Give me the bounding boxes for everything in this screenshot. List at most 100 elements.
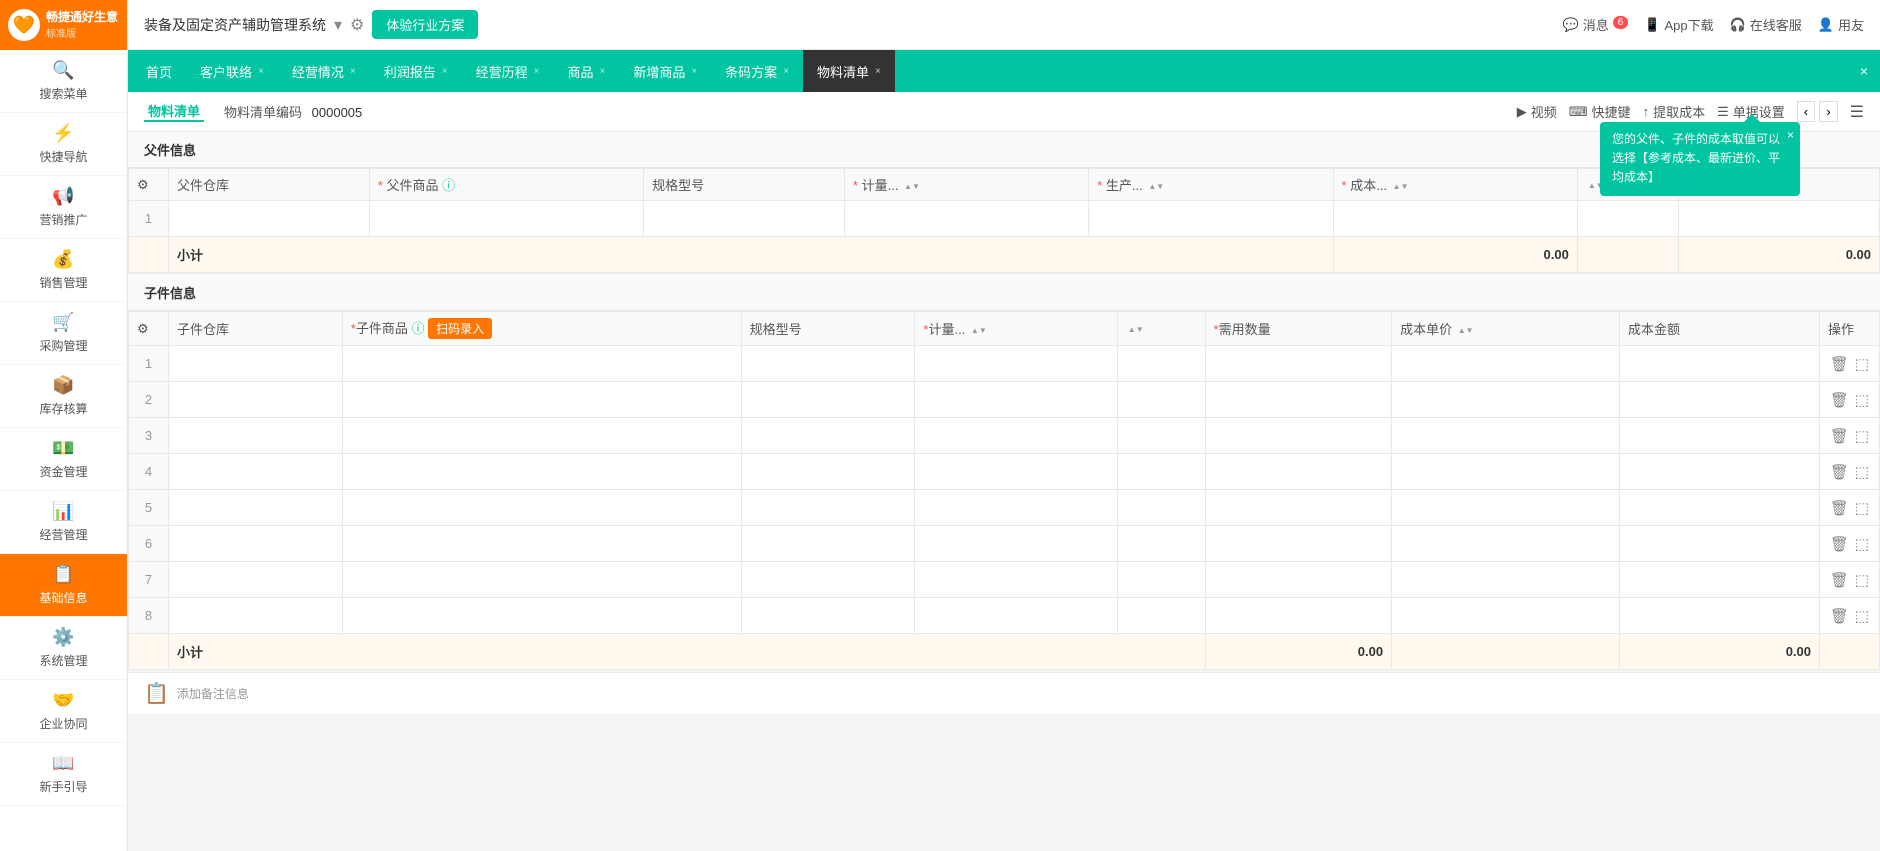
child-th-product: *子件商品 ⓘ 扫码录入 <box>342 312 741 346</box>
parent-row-1-spec[interactable] <box>644 201 845 237</box>
nav-tabs: 首页 客户联络 × 经营情况 × 利润报告 × 经营历程 × 商品 × 新增商品… <box>128 50 1880 92</box>
tab-history[interactable]: 经营历程 × <box>462 50 554 92</box>
sidebar-item-purchase[interactable]: 🛒 采购管理 <box>0 302 127 365</box>
sidebar-item-finance[interactable]: 💵 资金管理 <box>0 428 127 491</box>
chart-icon: 📊 <box>52 501 74 522</box>
copy-icon-row8[interactable]: ⬚ <box>1855 607 1869 625</box>
expand-button[interactable]: ☰ <box>1850 102 1864 122</box>
tab-bom[interactable]: 物料清单 × <box>803 50 895 92</box>
child-row-2-unit-cost[interactable] <box>1392 382 1620 418</box>
toolbar-tab-bom[interactable]: 物料清单 <box>144 101 204 122</box>
sidebar-item-enterprise[interactable]: 🤝 企业协同 <box>0 680 127 743</box>
parent-th-cost: 成本... ▲▼ <box>1333 169 1577 201</box>
bottom-bar[interactable]: 📋 添加备注信息 <box>128 672 1880 714</box>
copy-icon-row2[interactable]: ⬚ <box>1855 391 1869 409</box>
dropdown-arrow-icon[interactable]: ▾ <box>334 15 342 35</box>
parent-th-spec: 规格型号 <box>644 169 845 201</box>
tab-barcode[interactable]: 条码方案 × <box>711 50 803 92</box>
settings-gear-icon[interactable]: ⚙ <box>350 15 364 35</box>
extract-cost-button[interactable]: ↑ 提取成本 <box>1643 102 1706 121</box>
tab-profit-close[interactable]: × <box>442 66 448 77</box>
parent-row-1-production[interactable] <box>1089 201 1333 237</box>
sidebar-item-marketing[interactable]: 📢 营销推广 <box>0 176 127 239</box>
trial-button[interactable]: 体验行业方案 <box>372 10 478 39</box>
copy-icon-row6[interactable]: ⬚ <box>1855 535 1869 553</box>
child-section-title: 子件信息 <box>128 275 1880 311</box>
tab-history-close[interactable]: × <box>534 66 540 77</box>
child-row-1-unit-cost[interactable] <box>1392 346 1620 382</box>
app-download-button[interactable]: 📱 App下载 <box>1644 15 1713 34</box>
tab-product-close[interactable]: × <box>599 66 605 77</box>
parent-row-1-cost[interactable] <box>1333 201 1577 237</box>
scan-button[interactable]: 扫码录入 <box>428 318 492 339</box>
sidebar-item-sales[interactable]: 💰 销售管理 <box>0 239 127 302</box>
messages-button[interactable]: 💬 消息 6 <box>1563 15 1629 34</box>
sidebar-item-search[interactable]: 🔍 搜索菜单 <box>0 50 127 113</box>
delete-icon-row3[interactable]: 🗑 <box>1830 427 1849 445</box>
parent-row-1-unit[interactable] <box>844 201 1088 237</box>
delete-icon-row8[interactable]: 🗑 <box>1830 607 1849 625</box>
tab-operations[interactable]: 经营情况 × <box>278 50 370 92</box>
child-row-1-product[interactable] <box>342 346 741 382</box>
book-icon: 📖 <box>52 753 74 774</box>
tab-new-product-close[interactable]: × <box>691 66 697 77</box>
messages-label: 消息 <box>1583 15 1609 34</box>
copy-icon-row5[interactable]: ⬚ <box>1855 499 1869 517</box>
header-right: 💬 消息 6 📱 App下载 🎧 在线客服 👤 用友 <box>1563 15 1865 34</box>
delete-icon-row1[interactable]: 🗑 <box>1830 355 1849 373</box>
tab-customer-close[interactable]: × <box>258 66 264 77</box>
tab-profit[interactable]: 利润报告 × <box>370 50 462 92</box>
user-menu[interactable]: 👤 用友 <box>1818 15 1864 34</box>
child-row-1: 1 🗑 ⬚ <box>129 346 1880 382</box>
child-row-2-spec[interactable] <box>741 382 915 418</box>
delete-icon-row7[interactable]: 🗑 <box>1830 571 1849 589</box>
sidebar-item-basic-info[interactable]: 📋 基础信息 <box>0 554 127 617</box>
parent-subtotal-cost-amount: 0.00 <box>1679 237 1880 273</box>
tab-barcode-close[interactable]: × <box>783 66 789 77</box>
child-row-1-qty[interactable] <box>1205 346 1392 382</box>
child-row-2-product[interactable] <box>342 382 741 418</box>
sidebar-item-quicknav[interactable]: ⚡ 快捷导航 <box>0 113 127 176</box>
parent-row-1-warehouse[interactable] <box>169 201 370 237</box>
copy-icon-row1[interactable]: ⬚ <box>1855 355 1869 373</box>
shortcut-button[interactable]: ⌨ 快捷键 <box>1569 102 1631 121</box>
prev-button[interactable]: ‹ <box>1797 101 1815 122</box>
extract-icon: ↑ <box>1643 104 1650 119</box>
delete-icon-row5[interactable]: 🗑 <box>1830 499 1849 517</box>
sidebar-item-guide[interactable]: 📖 新手引导 <box>0 743 127 806</box>
child-row-2-unit[interactable] <box>915 382 1117 418</box>
child-row-1-unit[interactable] <box>915 346 1117 382</box>
sidebar-item-system[interactable]: ⚙️ 系统管理 <box>0 617 127 680</box>
child-row-2-warehouse[interactable] <box>169 382 343 418</box>
parent-row-1-product[interactable] <box>369 201 643 237</box>
child-row-1-warehouse[interactable] <box>169 346 343 382</box>
tab-new-product[interactable]: 新增商品 × <box>619 50 711 92</box>
view-button[interactable]: ▶ 视频 <box>1517 102 1557 121</box>
sidebar-item-operations[interactable]: 📊 经营管理 <box>0 491 127 554</box>
tooltip-close-button[interactable]: × <box>1787 126 1794 145</box>
tab-home[interactable]: 首页 <box>132 50 186 92</box>
user-avatar-icon: 👤 <box>1818 17 1834 33</box>
online-service-button[interactable]: 🎧 在线客服 <box>1730 15 1802 34</box>
child-row-1-spec[interactable] <box>741 346 915 382</box>
parent-subtotal-label-text: 小计 <box>169 237 1334 273</box>
delete-icon-row4[interactable]: 🗑 <box>1830 463 1849 481</box>
box-icon: 📦 <box>52 375 74 396</box>
child-th-unit-cost: 成本单价 ▲▼ <box>1392 312 1620 346</box>
sidebar-item-inventory[interactable]: 📦 库存核算 <box>0 365 127 428</box>
delete-icon-row2[interactable]: 🗑 <box>1830 391 1849 409</box>
tab-bom-close[interactable]: × <box>875 66 881 77</box>
child-th-settings: ⚙ <box>129 312 169 346</box>
child-row-2-qty[interactable] <box>1205 382 1392 418</box>
copy-icon-row7[interactable]: ⬚ <box>1855 571 1869 589</box>
tab-product[interactable]: 商品 × <box>553 50 619 92</box>
tab-operations-close[interactable]: × <box>350 66 356 77</box>
logo-sub: 标准版 <box>46 25 118 40</box>
close-all-tabs[interactable]: × <box>1852 63 1876 79</box>
tab-customer[interactable]: 客户联络 × <box>186 50 278 92</box>
copy-icon-row3[interactable]: ⬚ <box>1855 427 1869 445</box>
next-button[interactable]: › <box>1819 101 1837 122</box>
delete-icon-row6[interactable]: 🗑 <box>1830 535 1849 553</box>
cost-tooltip: × 您的父件、子件的成本取值可以选择【参考成本、最新进价、平均成本】 <box>1600 122 1800 196</box>
copy-icon-row4[interactable]: ⬚ <box>1855 463 1869 481</box>
